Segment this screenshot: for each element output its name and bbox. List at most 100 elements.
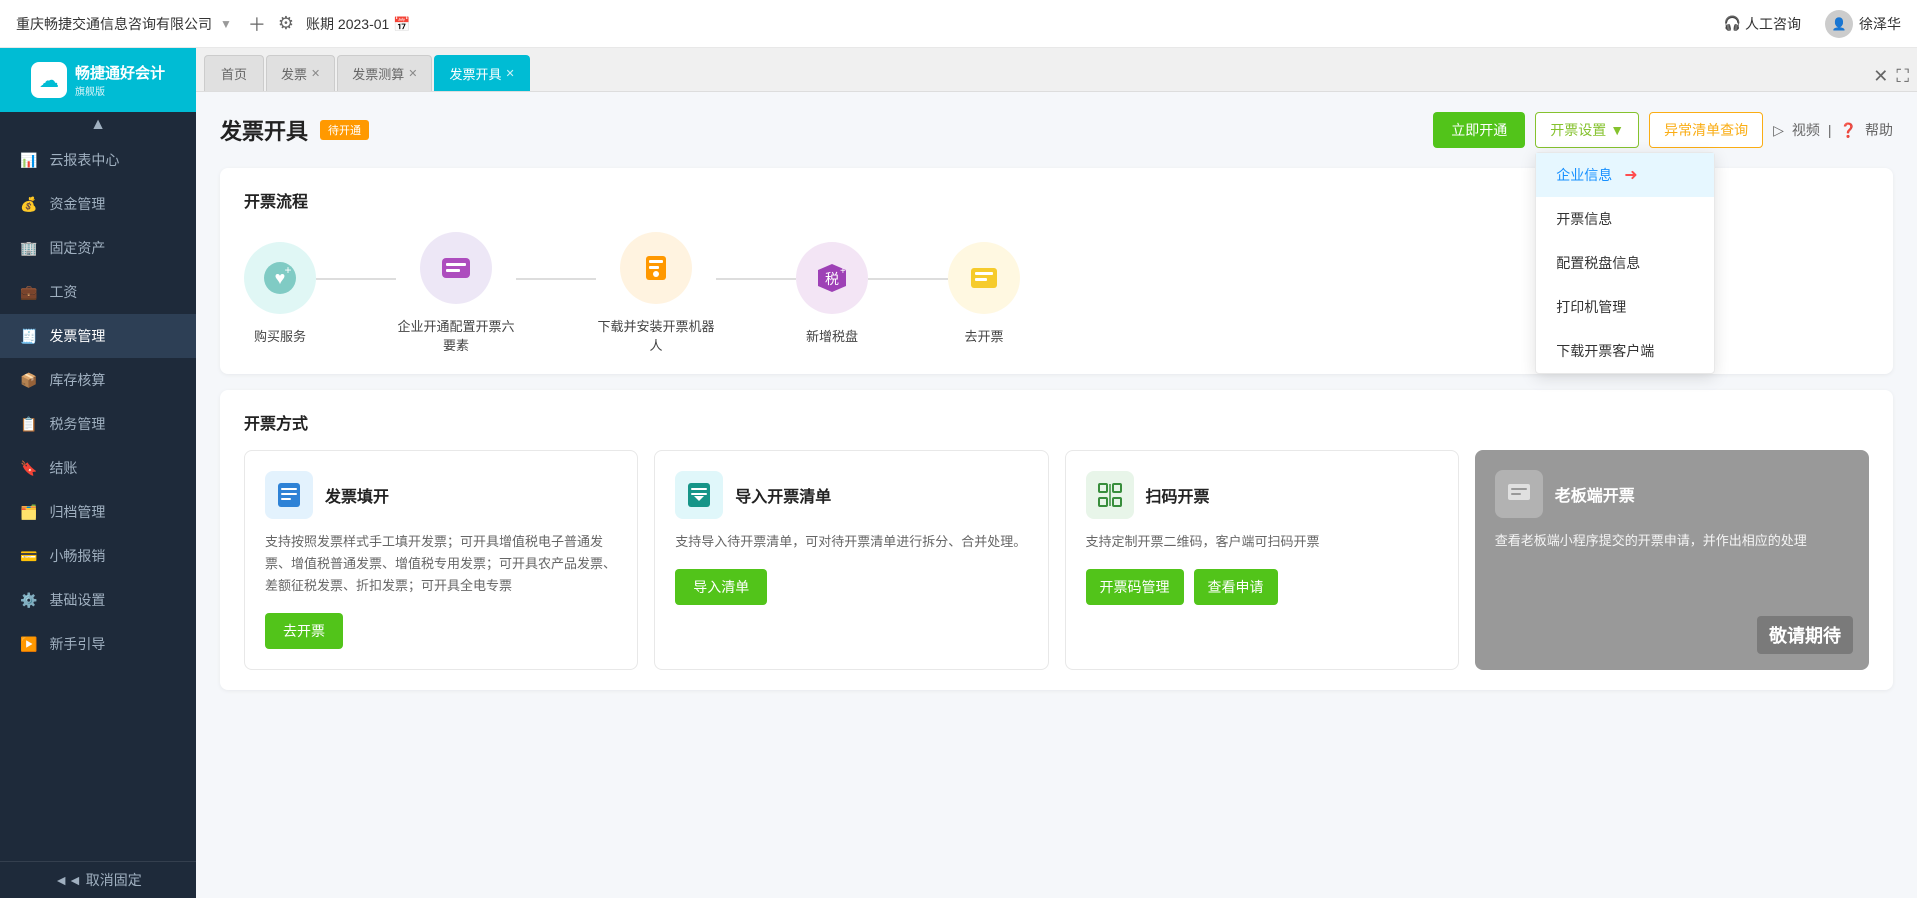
sidebar-item-jiezhang[interactable]: 🔖 结账 [0, 446, 196, 490]
chevron-down-icon-2: ▼ [1610, 122, 1624, 138]
page-header: 发票开具 待开通 立即开通 开票设置 ▼ 企业信息 ➜ [220, 112, 1893, 148]
sidebar-item-yunbao[interactable]: 📊 云报表中心 [0, 138, 196, 182]
connector-3 [716, 278, 796, 280]
add-icon[interactable]: ＋ [248, 11, 266, 37]
sidebar-item-gongzi[interactable]: 💼 工资 [0, 270, 196, 314]
play-circle-icon: ▷ [1773, 122, 1784, 139]
import-list-button[interactable]: 导入清单 [675, 569, 767, 605]
step1-label: 购买服务 [254, 326, 306, 345]
method-scan-actions: 开票码管理 查看申请 [1086, 569, 1438, 605]
connector-1 [316, 278, 396, 280]
chevron-down-icon: ▼ [220, 17, 232, 31]
page-content: 发票开具 待开通 立即开通 开票设置 ▼ 企业信息 ➜ [196, 92, 1917, 898]
building-icon: 🏢 [20, 240, 37, 257]
box-icon: 📦 [20, 372, 37, 389]
sidebar-item-xiaochang[interactable]: 💳 小畅报销 [0, 534, 196, 578]
qr-manage-button[interactable]: 开票码管理 [1086, 569, 1184, 605]
flow-step-2: 企业开通配置开票六要素 [396, 232, 516, 354]
method-fill-title: 发票填开 [325, 483, 389, 507]
flow-step-3: 下载并安装开票机器人 [596, 232, 716, 354]
support-button[interactable]: 🎧 人工咨询 [1724, 14, 1801, 34]
topbar-right: 🎧 人工咨询 👤 徐泽华 [1724, 10, 1901, 38]
red-arrow-icon: ➜ [1624, 165, 1637, 185]
gear-icon: ⚙️ [20, 592, 37, 609]
sidebar-item-gudingzichan[interactable]: 🏢 固定资产 [0, 226, 196, 270]
scan-icon [1086, 471, 1134, 519]
tab-fapiao-tesuan[interactable]: 发票测算 ✕ [337, 55, 432, 91]
cancel-pin-button[interactable]: ◄◄ 取消固定 [0, 862, 196, 898]
dim-badge: 敬请期待 [1757, 616, 1853, 654]
step3-label: 下载并安装开票机器人 [596, 316, 716, 354]
sidebar-bottom: ◄◄ 取消固定 [0, 861, 196, 898]
card-icon: 💳 [20, 548, 37, 565]
video-help-area[interactable]: ▷ 视频 | ❓ 帮助 [1773, 120, 1893, 140]
app-edition: 旗舰版 [75, 83, 165, 98]
sidebar: ☁ 畅捷通好会计 旗舰版 ▲ 📊 云报表中心 💰 资金管理 🏢 固定资产 💼 工… [0, 48, 196, 898]
sidebar-item-kucun[interactable]: 📦 库存核算 [0, 358, 196, 402]
step4-label: 新增税盘 [806, 326, 858, 345]
play-icon: ▶️ [20, 636, 37, 653]
method-fill: 发票填开 支持按照发票样式手工填开发票；可开具增值税电子普通发票、增值税普通发票… [244, 450, 638, 670]
view-apply-button[interactable]: 查看申请 [1194, 569, 1278, 605]
svg-text:+: + [840, 266, 846, 277]
dropdown-item-enterprise-info[interactable]: 企业信息 ➜ [1536, 153, 1714, 197]
sidebar-item-zijin[interactable]: 💰 资金管理 [0, 182, 196, 226]
method-import: 导入开票清单 支持导入待开票清单，可对待开票清单进行拆分、合并处理。 导入清单 [654, 450, 1048, 670]
exception-list-button[interactable]: 异常清单查询 [1649, 112, 1763, 148]
sidebar-item-shuiwu[interactable]: 📋 税务管理 [0, 402, 196, 446]
tab-fapiao[interactable]: 发票 ✕ [266, 55, 335, 91]
tab-bar: 首页 发票 ✕ 发票测算 ✕ 发票开具 ✕ ✕ ⛶ [196, 48, 1917, 92]
svg-text:+: + [284, 263, 291, 277]
tab-close-icon[interactable]: ✕ [311, 67, 320, 80]
import-icon [675, 471, 723, 519]
activate-button[interactable]: 立即开通 [1433, 112, 1525, 148]
chart-icon: 📊 [20, 152, 37, 169]
step5-icon [948, 242, 1020, 314]
method-scan-title: 扫码开票 [1146, 483, 1210, 507]
app-name: 畅捷通好会计 [75, 62, 165, 83]
tab-close-icon-2[interactable]: ✕ [408, 67, 417, 80]
dropdown-item-download-client[interactable]: 下载开票客户端 [1536, 329, 1714, 373]
tab-home[interactable]: 首页 [204, 55, 264, 91]
user-profile[interactable]: 👤 徐泽华 [1825, 10, 1901, 38]
sidebar-item-jichushezhi[interactable]: ⚙️ 基础设置 [0, 578, 196, 622]
sidebar-scroll-up[interactable]: ▲ [0, 112, 196, 138]
company-selector[interactable]: 重庆畅捷交通信息咨询有限公司 ▼ [16, 14, 232, 34]
sidebar-item-guidang[interactable]: 🗂️ 归档管理 [0, 490, 196, 534]
maximize-icon[interactable]: ⛶ [1896, 66, 1909, 87]
page-title: 发票开具 [220, 114, 308, 146]
step4-icon: 税+ [796, 242, 868, 314]
receipt-icon: 🧾 [20, 328, 37, 345]
invoice-settings-button[interactable]: 开票设置 ▼ [1535, 112, 1639, 148]
method-import-header: 导入开票清单 [675, 471, 1027, 519]
tab-fapiao-kaiju[interactable]: 发票开具 ✕ [434, 55, 529, 91]
tab-active-close-icon[interactable]: ✕ [506, 67, 515, 80]
step2-label: 企业开通配置开票六要素 [396, 316, 516, 354]
dropdown-item-invoice-info[interactable]: 开票信息 [1536, 197, 1714, 241]
page-header-actions: 立即开通 开票设置 ▼ 企业信息 ➜ [1433, 112, 1893, 148]
briefcase-icon: 💼 [20, 284, 37, 301]
settings-icon[interactable]: ⚙ [278, 13, 294, 34]
sidebar-item-xinshou[interactable]: ▶️ 新手引导 [0, 622, 196, 666]
dropdown-item-tax-disk[interactable]: 配置税盘信息 [1536, 241, 1714, 285]
method-boss-title: 老板端开票 [1555, 482, 1635, 506]
company-name: 重庆畅捷交通信息咨询有限公司 [16, 14, 212, 34]
method-boss-header: 老板端开票 [1495, 470, 1849, 518]
method-fill-header: 发票填开 [265, 471, 617, 519]
method-fill-desc: 支持按照发票样式手工填开发票；可开具增值税电子普通发票、增值税普通发票、增值税专… [265, 531, 617, 597]
sidebar-logo: ☁ 畅捷通好会计 旗舰版 [0, 48, 196, 112]
flow-step-5: 去开票 [948, 242, 1020, 345]
close-window-icon[interactable]: ✕ [1873, 66, 1888, 87]
method-boss: 老板端开票 查看老板端小程序提交的开票申请，并作出相应的处理 敬请期待 [1475, 450, 1869, 670]
go-invoice-button[interactable]: 去开票 [265, 613, 343, 649]
money-icon: 💰 [20, 196, 37, 213]
settings-dropdown-container: 开票设置 ▼ 企业信息 ➜ 开票信息 [1535, 112, 1639, 148]
sidebar-item-fapiao[interactable]: 🧾 发票管理 [0, 314, 196, 358]
methods-section: 开票方式 发票填开 支持按照发票样式手工填开发票；可开具增值税电子普通发票、增值… [220, 390, 1893, 690]
fill-icon [265, 471, 313, 519]
step2-icon [420, 232, 492, 304]
tax-icon: 📋 [20, 416, 37, 433]
flow-step-1: ♥+ 购买服务 [244, 242, 316, 345]
user-avatar-icon: 👤 [1825, 10, 1853, 38]
dropdown-item-printer[interactable]: 打印机管理 [1536, 285, 1714, 329]
